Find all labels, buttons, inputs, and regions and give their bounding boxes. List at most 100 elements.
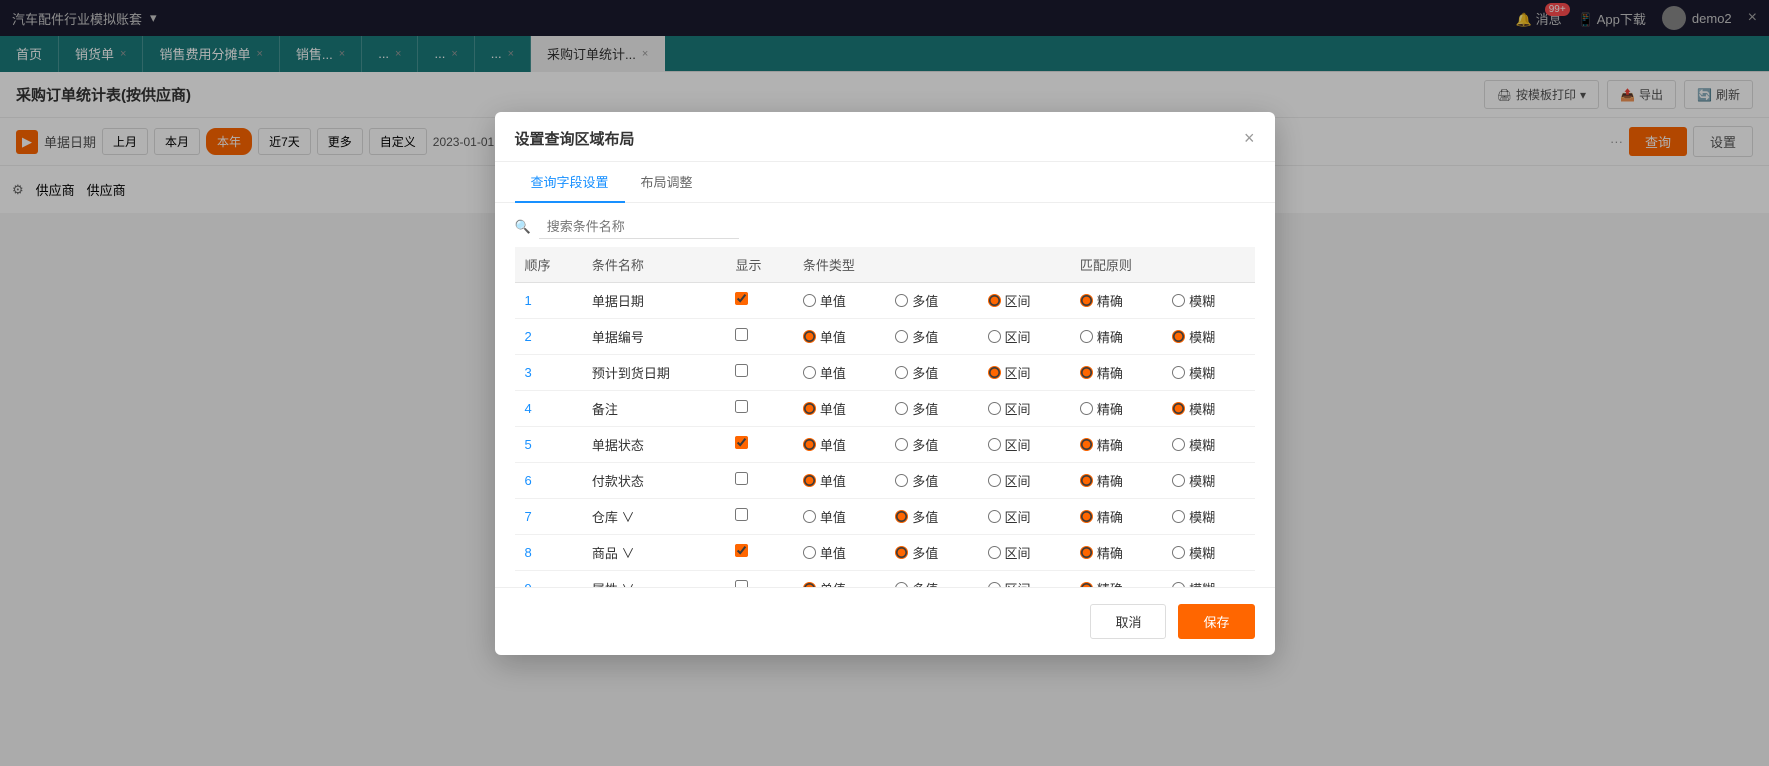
row-match-radio-模糊[interactable]: [1172, 366, 1185, 379]
row-order: 4: [515, 390, 582, 426]
row-display-cell: [725, 498, 792, 534]
row-type-radio-单值[interactable]: [803, 546, 816, 559]
row-match-cell: 模糊: [1162, 354, 1254, 390]
row-type-cell: 区间: [978, 426, 1070, 462]
row-type-radio-单值[interactable]: [803, 510, 816, 523]
row-match-cell: 精确: [1070, 462, 1162, 498]
row-display-checkbox[interactable]: [735, 364, 748, 377]
row-condition-name: 付款状态: [582, 462, 726, 498]
row-match-radio-模糊[interactable]: [1172, 294, 1185, 307]
row-match-radio-模糊[interactable]: [1172, 438, 1185, 451]
dialog-tab-layout-label: 布局调整: [641, 175, 693, 190]
row-match-radio-精确[interactable]: [1080, 366, 1093, 379]
row-order: 9: [515, 570, 582, 587]
row-type-radio-区间[interactable]: [988, 546, 1001, 559]
row-match-radio-精确[interactable]: [1080, 474, 1093, 487]
save-button[interactable]: 保存: [1178, 604, 1254, 639]
row-type-radio-多值[interactable]: [895, 474, 908, 487]
row-match-radio-模糊[interactable]: [1172, 474, 1185, 487]
row-type-radio-多值[interactable]: [895, 510, 908, 523]
dialog: 设置查询区域布局 × 查询字段设置 布局调整 🔍 顺序 条件名称: [495, 112, 1275, 655]
row-type-cell: 多值: [885, 390, 977, 426]
dialog-close-button[interactable]: ×: [1244, 128, 1255, 149]
row-type-cell: 单值: [793, 354, 885, 390]
row-type-radio-多值[interactable]: [895, 546, 908, 559]
row-match-cell: 精确: [1070, 318, 1162, 354]
dialog-overlay: 设置查询区域布局 × 查询字段设置 布局调整 🔍 顺序 条件名称: [0, 0, 1769, 766]
dialog-header: 设置查询区域布局 ×: [495, 112, 1275, 162]
row-type-cell: 单值: [793, 570, 885, 587]
row-order: 6: [515, 462, 582, 498]
row-type-radio-多值[interactable]: [895, 366, 908, 379]
row-type-radio-单值[interactable]: [803, 438, 816, 451]
dialog-tab-query-label: 查询字段设置: [531, 175, 609, 190]
row-type-radio-多值[interactable]: [895, 294, 908, 307]
row-display-checkbox[interactable]: [735, 436, 748, 449]
row-type-cell: 单值: [793, 426, 885, 462]
row-match-cell: 精确: [1070, 354, 1162, 390]
table-row: 3预计到货日期单值多值区间精确模糊: [515, 354, 1255, 390]
row-display-checkbox[interactable]: [735, 400, 748, 413]
search-input[interactable]: [539, 215, 739, 239]
table-row: 6付款状态单值多值区间精确模糊: [515, 462, 1255, 498]
row-type-radio-单值[interactable]: [803, 402, 816, 415]
row-match-radio-精确[interactable]: [1080, 510, 1093, 523]
row-match-cell: 模糊: [1162, 498, 1254, 534]
row-match-cell: 模糊: [1162, 570, 1254, 587]
row-match-radio-精确[interactable]: [1080, 438, 1093, 451]
row-match-radio-精确[interactable]: [1080, 330, 1093, 343]
dialog-tabs: 查询字段设置 布局调整: [495, 162, 1275, 203]
row-type-cell: 区间: [978, 390, 1070, 426]
row-type-radio-区间[interactable]: [988, 366, 1001, 379]
row-match-radio-精确[interactable]: [1080, 546, 1093, 559]
row-match-radio-模糊[interactable]: [1172, 402, 1185, 415]
row-type-radio-单值[interactable]: [803, 474, 816, 487]
row-display-checkbox[interactable]: [735, 328, 748, 341]
row-match-cell: 精确: [1070, 426, 1162, 462]
table-row: 1单据日期单值多值区间精确模糊: [515, 282, 1255, 318]
row-type-cell: 单值: [793, 498, 885, 534]
row-type-radio-多值[interactable]: [895, 330, 908, 343]
row-type-radio-区间[interactable]: [988, 402, 1001, 415]
dialog-tab-layout[interactable]: 布局调整: [625, 162, 709, 203]
row-type-cell: 区间: [978, 534, 1070, 570]
row-type-radio-区间[interactable]: [988, 438, 1001, 451]
row-type-radio-多值[interactable]: [895, 438, 908, 451]
row-type-radio-多值[interactable]: [895, 402, 908, 415]
row-order: 1: [515, 282, 582, 318]
row-match-cell: 模糊: [1162, 426, 1254, 462]
row-type-cell: 多值: [885, 570, 977, 587]
row-type-cell: 区间: [978, 498, 1070, 534]
row-order: 7: [515, 498, 582, 534]
row-match-radio-模糊[interactable]: [1172, 330, 1185, 343]
row-match-cell: 模糊: [1162, 390, 1254, 426]
row-type-radio-单值[interactable]: [803, 330, 816, 343]
row-condition-name: 商品 ∨: [582, 534, 726, 570]
row-match-radio-精确[interactable]: [1080, 402, 1093, 415]
dialog-tab-query-fields[interactable]: 查询字段设置: [515, 162, 625, 203]
row-type-radio-区间[interactable]: [988, 510, 1001, 523]
row-match-radio-模糊[interactable]: [1172, 510, 1185, 523]
row-type-cell: 多值: [885, 318, 977, 354]
cancel-button[interactable]: 取消: [1090, 604, 1166, 639]
row-type-radio-区间[interactable]: [988, 474, 1001, 487]
row-condition-name: 单据日期: [582, 282, 726, 318]
row-type-radio-单值[interactable]: [803, 294, 816, 307]
row-match-cell: 精确: [1070, 390, 1162, 426]
row-type-cell: 单值: [793, 390, 885, 426]
row-type-cell: 单值: [793, 462, 885, 498]
row-type-radio-单值[interactable]: [803, 366, 816, 379]
row-display-checkbox[interactable]: [735, 292, 748, 305]
row-display-cell: [725, 426, 792, 462]
row-type-radio-区间[interactable]: [988, 330, 1001, 343]
dialog-table: 顺序 条件名称 显示 条件类型 匹配原则 1单据日期单值多值区间精确模糊2单据编…: [495, 247, 1275, 587]
th-match: 匹配原则: [1070, 247, 1255, 283]
row-match-radio-模糊[interactable]: [1172, 546, 1185, 559]
row-display-cell: [725, 390, 792, 426]
row-type-radio-区间[interactable]: [988, 294, 1001, 307]
row-match-radio-精确[interactable]: [1080, 294, 1093, 307]
row-display-checkbox[interactable]: [735, 472, 748, 485]
row-condition-name: 备注: [582, 390, 726, 426]
row-display-checkbox[interactable]: [735, 508, 748, 521]
row-display-checkbox[interactable]: [735, 544, 748, 557]
